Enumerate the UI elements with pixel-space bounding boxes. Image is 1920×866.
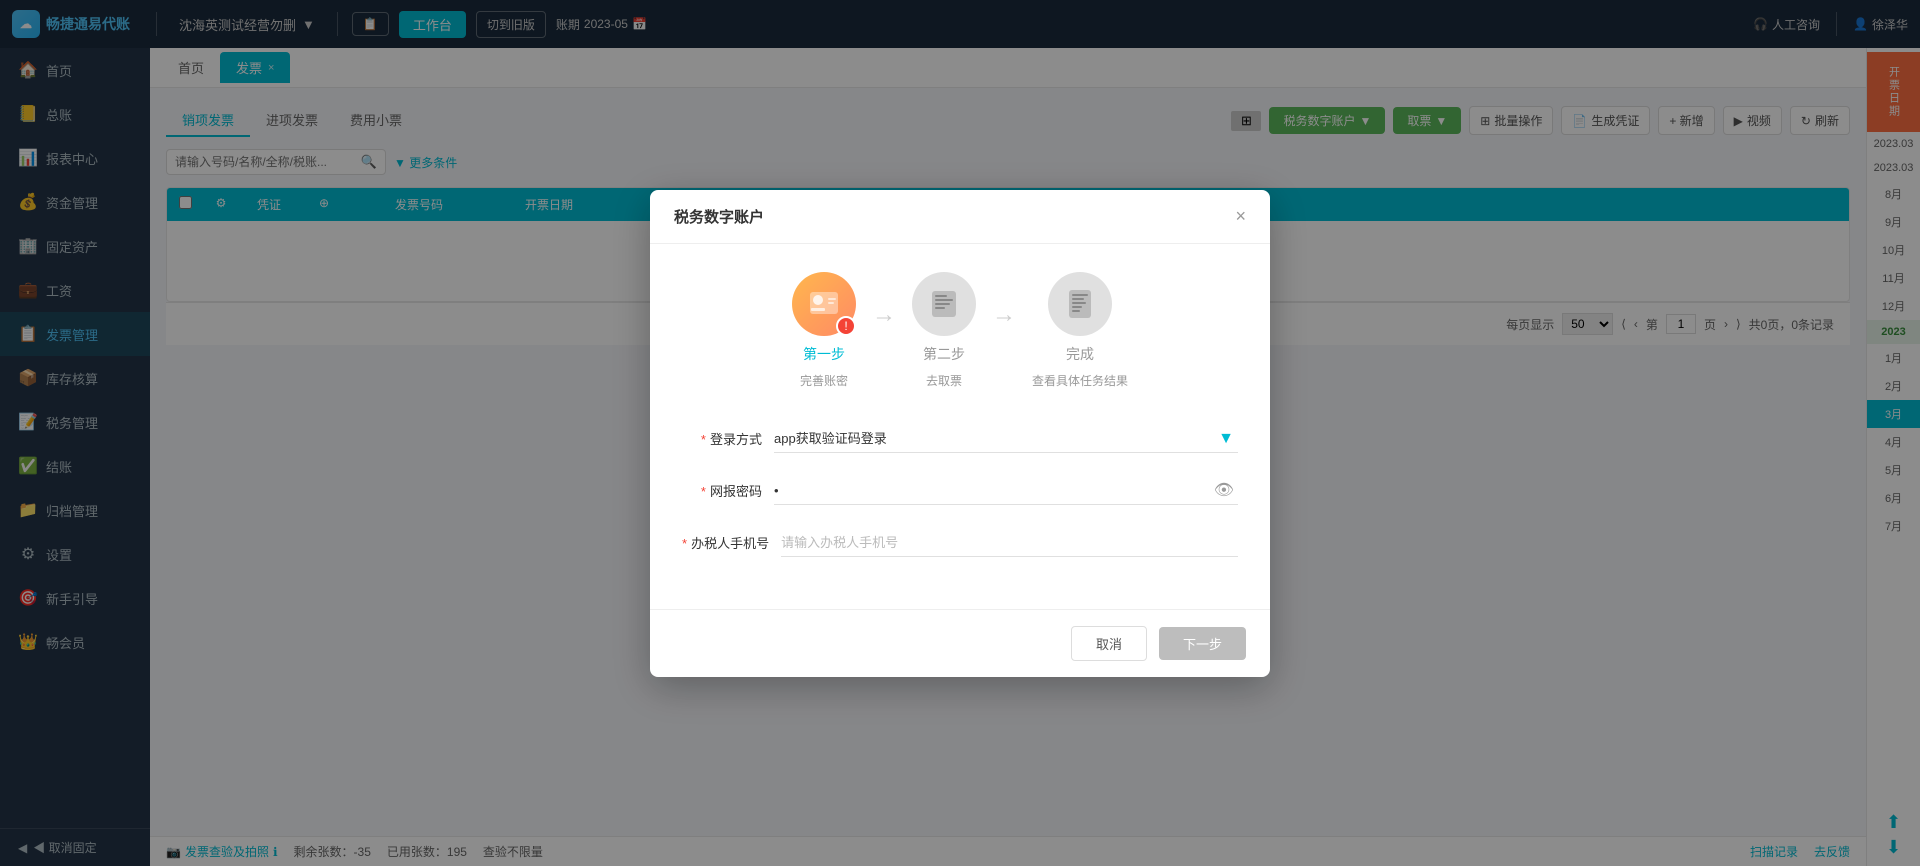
step-3: 完成 查看具体任务结果 [1032, 272, 1128, 389]
step-1-badge: ! [836, 316, 856, 336]
next-button[interactable]: 下一步 [1159, 627, 1246, 660]
password-label: 网报密码 [682, 481, 762, 500]
step-2-icon-wrap [912, 272, 976, 336]
modal-body: ! 第一步 完善账密 → [650, 244, 1270, 609]
step-3-label: 完成 [1066, 344, 1094, 364]
step-3-icon-wrap [1048, 272, 1112, 336]
step-2-desc: 去取票 [926, 372, 962, 389]
step-2-label: 第二步 [923, 344, 965, 364]
login-method-select[interactable]: app获取验证码登录 账号密码登录 [774, 425, 1238, 453]
step-arrow-1: → [872, 301, 896, 359]
modal-overlay[interactable]: 税务数字账户 × [0, 0, 1920, 866]
form-row-login: 登录方式 app获取验证码登录 账号密码登录 ▼ [682, 425, 1238, 453]
step-1: ! 第一步 完善账密 [792, 272, 856, 389]
modal-title: 税务数字账户 [674, 206, 764, 227]
phone-input-wrap [781, 529, 1238, 557]
step-3-icon [1048, 272, 1112, 336]
step-3-desc: 查看具体任务结果 [1032, 372, 1128, 389]
modal-header: 税务数字账户 × [650, 190, 1270, 244]
login-method-label: 登录方式 [682, 429, 762, 448]
step-1-label: 第一步 [803, 344, 845, 364]
cancel-button[interactable]: 取消 [1071, 626, 1147, 661]
step-arrow-2: → [992, 301, 1016, 359]
toggle-password-icon[interactable]: 👁 [1210, 480, 1238, 500]
step-1-desc: 完善账密 [800, 372, 848, 389]
step-1-icon-wrap: ! [792, 272, 856, 336]
phone-input[interactable] [781, 529, 1238, 556]
form-row-phone: 办税人手机号 [682, 529, 1238, 557]
step-2-icon [912, 272, 976, 336]
modal-footer: 取消 下一步 [650, 609, 1270, 677]
modal-close-button[interactable]: × [1235, 207, 1246, 225]
form-row-password: 网报密码 👁 [682, 477, 1238, 505]
login-method-select-wrap: app获取验证码登录 账号密码登录 ▼ [774, 425, 1238, 453]
select-arrow-icon: ▼ [1218, 430, 1234, 448]
step-2: 第二步 去取票 [912, 272, 976, 389]
phone-label: 办税人手机号 [682, 533, 769, 552]
steps-row: ! 第一步 完善账密 → [682, 272, 1238, 389]
password-input[interactable] [774, 477, 1210, 504]
tax-account-modal: 税务数字账户 × [650, 190, 1270, 677]
password-input-wrap: 👁 [774, 477, 1238, 505]
